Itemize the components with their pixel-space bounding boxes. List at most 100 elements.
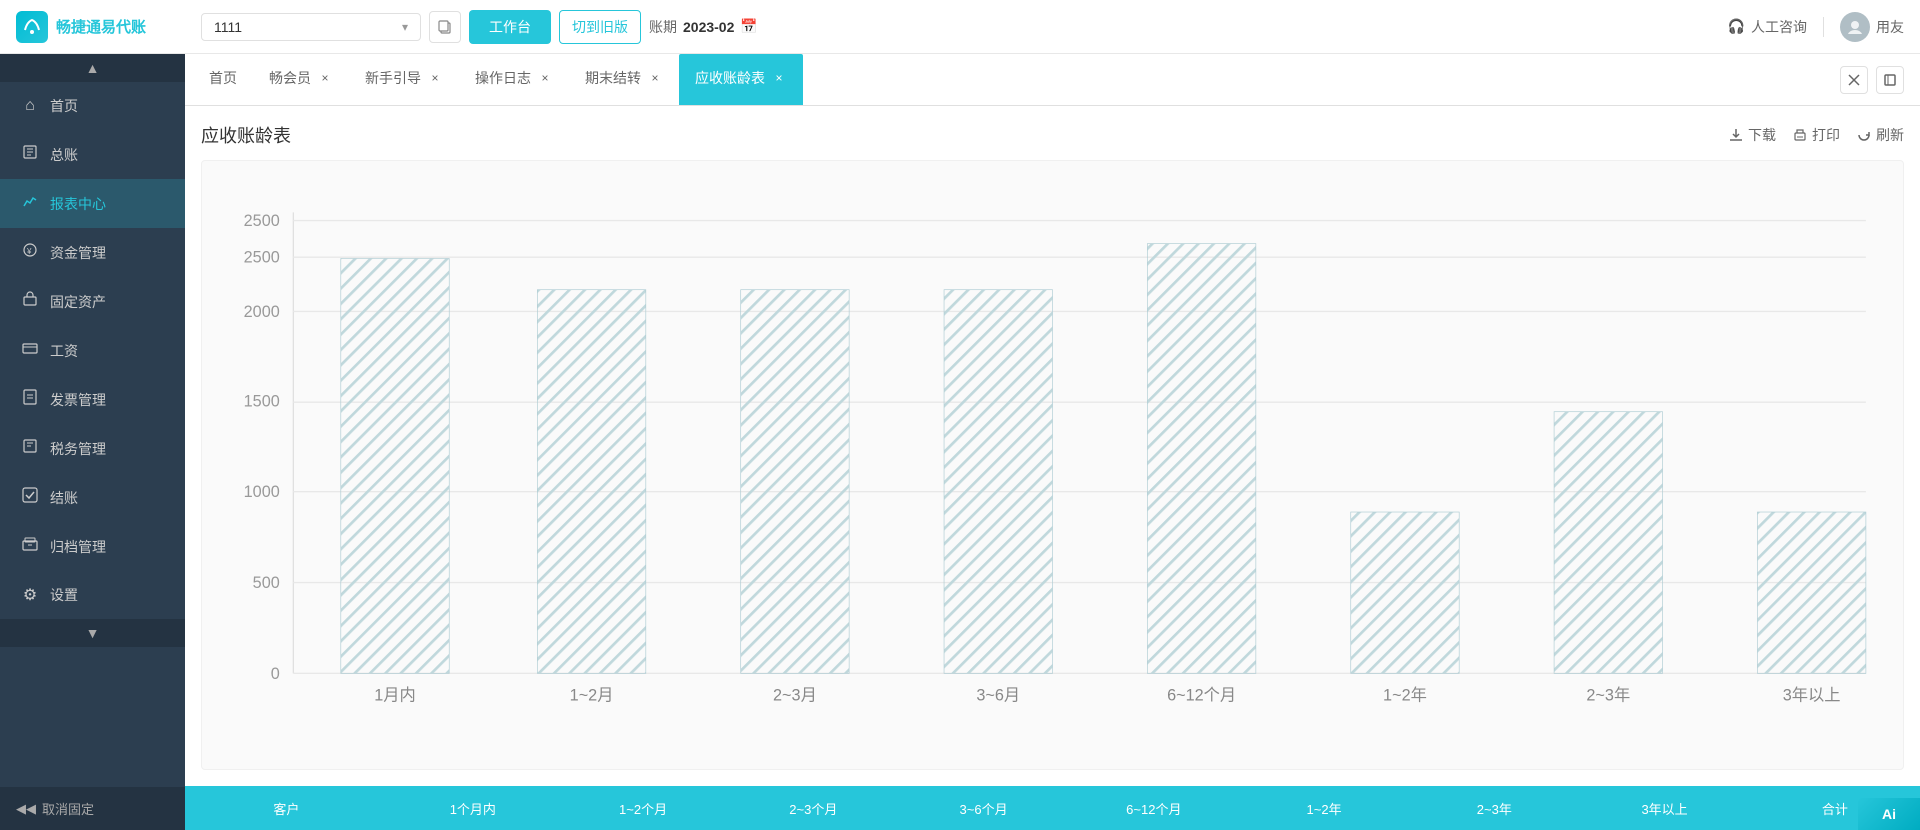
th-6to12month: 6~12个月 xyxy=(1069,799,1239,818)
invoice-icon xyxy=(20,389,40,410)
period-label: 账期 xyxy=(649,17,677,37)
tab-guide-close[interactable]: × xyxy=(427,70,443,86)
th-1to2year: 1~2年 xyxy=(1239,799,1409,818)
print-button[interactable]: 打印 xyxy=(1792,125,1840,145)
company-selector[interactable]: 1111 ▾ xyxy=(201,13,421,41)
tab-guide-label: 新手引导 xyxy=(365,68,421,88)
sidebar-item-checkout[interactable]: 结账 xyxy=(0,473,185,522)
page-actions: 下载 打印 刷新 xyxy=(1728,125,1904,145)
svg-text:1500: 1500 xyxy=(244,392,280,410)
maximize-tab-button[interactable] xyxy=(1876,66,1904,94)
page-title: 应收账龄表 xyxy=(201,122,291,148)
calendar-icon[interactable]: 📅 xyxy=(740,18,757,35)
tab-ar-aging[interactable]: 应收账龄表 × xyxy=(679,54,803,105)
svg-text:3年以上: 3年以上 xyxy=(1783,686,1841,704)
tab-oplog-label: 操作日志 xyxy=(475,68,531,88)
page-header: 应收账龄表 下载 打印 刷新 xyxy=(201,122,1904,148)
tab-guide[interactable]: 新手引导 × xyxy=(349,54,459,105)
sidebar-item-settings[interactable]: ⚙ 设置 xyxy=(0,571,185,619)
cancel-pin-button[interactable]: ◀◀ 取消固定 xyxy=(0,787,185,830)
svg-text:2~3月: 2~3月 xyxy=(773,686,817,704)
assets-icon xyxy=(20,291,40,312)
download-button[interactable]: 下载 xyxy=(1728,125,1776,145)
logo-icon xyxy=(16,11,48,43)
sidebar-item-home[interactable]: ⌂ 首页 xyxy=(0,82,185,130)
tab-period-end-close[interactable]: × xyxy=(647,70,663,86)
bar-chart: 0 500 1000 1500 2000 2500 2500 1 xyxy=(212,171,1893,769)
svg-text:2~3年: 2~3年 xyxy=(1586,686,1630,704)
tab-member-close[interactable]: × xyxy=(317,70,333,86)
divider xyxy=(1823,17,1824,37)
switch-old-button[interactable]: 切到旧版 xyxy=(559,10,641,44)
tab-member[interactable]: 畅会员 × xyxy=(253,54,349,105)
th-3to6month: 3~6个月 xyxy=(898,799,1068,818)
sidebar-label-salary: 工资 xyxy=(50,341,78,361)
sidebar-item-invoice[interactable]: 发票管理 xyxy=(0,375,185,424)
svg-text:1000: 1000 xyxy=(244,483,280,501)
tabs-bar: 首页 畅会员 × 新手引导 × 操作日志 × 期末结转 × 应收账龄表 × xyxy=(185,54,1920,106)
company-name: 1111 xyxy=(214,19,394,35)
close-tab-button[interactable] xyxy=(1840,66,1868,94)
tab-period-end-label: 期末结转 xyxy=(585,68,641,88)
tab-home-label: 首页 xyxy=(209,68,237,88)
sidebar: ▲ ⌂ 首页 总账 报表中心 ¥ 资金管理 固定资产 xyxy=(0,54,185,830)
table-header: 客户 1个月内 1~2个月 2~3个月 3~6个月 6~12个月 1~2年 2~… xyxy=(185,786,1920,830)
th-1to2month: 1~2个月 xyxy=(558,799,728,818)
copy-button[interactable] xyxy=(429,11,461,43)
sidebar-label-archive: 归档管理 xyxy=(50,537,106,557)
refresh-button[interactable]: 刷新 xyxy=(1856,125,1904,145)
ledger-icon xyxy=(20,144,40,165)
workbench-button[interactable]: 工作台 xyxy=(469,10,551,44)
svg-text:1~2月: 1~2月 xyxy=(570,686,614,704)
period-area: 账期 2023-02 📅 xyxy=(649,17,758,37)
th-2to3month: 2~3个月 xyxy=(728,799,898,818)
page-content: 应收账龄表 下载 打印 刷新 xyxy=(185,106,1920,786)
checkout-icon xyxy=(20,487,40,508)
sidebar-label-checkout: 结账 xyxy=(50,488,78,508)
sidebar-scroll-up[interactable]: ▲ xyxy=(0,54,185,82)
header-right: 🎧 人工咨询 用友 xyxy=(1728,12,1904,42)
sidebar-item-archive[interactable]: 归档管理 xyxy=(0,522,185,571)
content-area: 首页 畅会员 × 新手引导 × 操作日志 × 期末结转 × 应收账龄表 × xyxy=(185,54,1920,830)
sidebar-item-funds[interactable]: ¥ 资金管理 xyxy=(0,228,185,277)
svg-text:6~12个月: 6~12个月 xyxy=(1167,686,1236,704)
sidebar-label-reports: 报表中心 xyxy=(50,194,106,214)
tab-period-end[interactable]: 期末结转 × xyxy=(569,54,679,105)
svg-text:0: 0 xyxy=(271,665,280,683)
username: 用友 xyxy=(1876,17,1904,37)
th-customer: 客户 xyxy=(185,799,388,818)
salary-icon xyxy=(20,340,40,361)
sidebar-label-ledger: 总账 xyxy=(50,145,78,165)
ai-badge[interactable]: Ai xyxy=(1858,798,1920,830)
tab-ar-aging-close[interactable]: × xyxy=(771,70,787,86)
sidebar-label-assets: 固定资产 xyxy=(50,292,106,312)
funds-icon: ¥ xyxy=(20,242,40,263)
svg-text:3~6月: 3~6月 xyxy=(976,686,1020,704)
settings-icon: ⚙ xyxy=(20,585,40,605)
tab-oplog[interactable]: 操作日志 × xyxy=(459,54,569,105)
logo-text: 畅捷通易代账 xyxy=(56,16,146,37)
sidebar-label-tax: 税务管理 xyxy=(50,439,106,459)
tax-icon xyxy=(20,438,40,459)
tab-home[interactable]: 首页 xyxy=(193,54,253,105)
svg-text:2000: 2000 xyxy=(244,303,280,321)
avatar xyxy=(1840,12,1870,42)
chart-container: 0 500 1000 1500 2000 2500 2500 1 xyxy=(201,160,1904,770)
sidebar-label-invoice: 发票管理 xyxy=(50,390,106,410)
sidebar-label-funds: 资金管理 xyxy=(50,243,106,263)
sidebar-item-tax[interactable]: 税务管理 xyxy=(0,424,185,473)
tab-oplog-close[interactable]: × xyxy=(537,70,553,86)
th-2to3year: 2~3年 xyxy=(1409,799,1579,818)
user-area[interactable]: 用友 xyxy=(1840,12,1904,42)
consult-button[interactable]: 🎧 人工咨询 xyxy=(1728,17,1807,37)
sidebar-scroll-down[interactable]: ▼ xyxy=(0,619,185,647)
sidebar-item-salary[interactable]: 工资 xyxy=(0,326,185,375)
svg-text:1~2年: 1~2年 xyxy=(1383,686,1427,704)
svg-text:1月内: 1月内 xyxy=(374,686,416,704)
logo-area: 畅捷通易代账 xyxy=(16,11,201,43)
sidebar-item-reports[interactable]: 报表中心 xyxy=(0,179,185,228)
sidebar-item-ledger[interactable]: 总账 xyxy=(0,130,185,179)
sidebar-item-assets[interactable]: 固定资产 xyxy=(0,277,185,326)
tab-ar-aging-label: 应收账龄表 xyxy=(695,68,765,88)
headset-icon: 🎧 xyxy=(1728,18,1745,35)
